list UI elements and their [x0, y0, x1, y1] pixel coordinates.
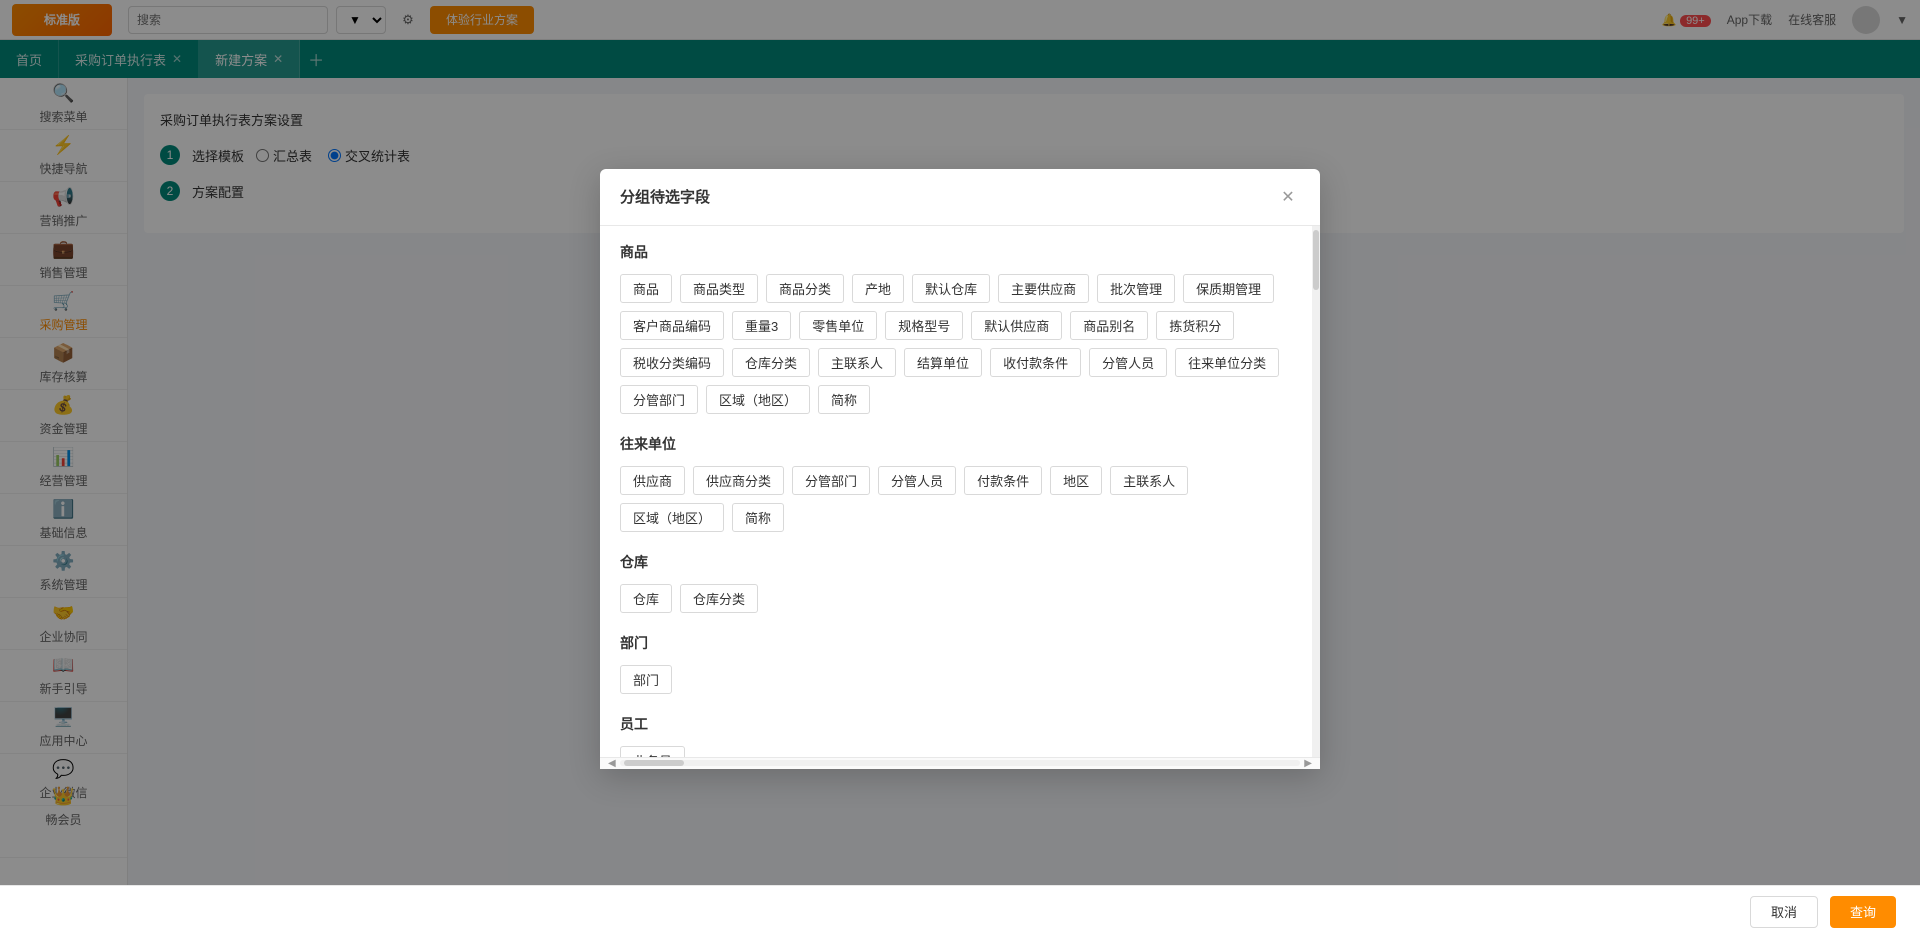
field-tag-salesperson[interactable]: 业务员	[620, 746, 685, 757]
modal-footer-scrollbar: ◀ ▶	[600, 757, 1320, 769]
field-tag-wh-category[interactable]: 仓库分类	[680, 584, 758, 613]
field-tag-shelf-life[interactable]: 保质期管理	[1183, 274, 1274, 303]
warehouse-section: 仓库 仓库 仓库分类	[620, 552, 1292, 613]
field-tag-main-contact[interactable]: 主联系人	[818, 348, 896, 377]
goods-section-title: 商品	[620, 242, 1292, 262]
partner-section: 往来单位 供应商 供应商分类 分管部门 分管人员 付款条件 地区 主联系人 区域…	[620, 434, 1292, 532]
modal-overlay: 分组待选字段 ✕ 商品 商品 商品类型 商品分类 产地 默认仓库 主要供应商 批…	[0, 0, 1920, 937]
field-tag-supervisor[interactable]: 分管人员	[1089, 348, 1167, 377]
field-tag-spec-model[interactable]: 规格型号	[885, 311, 963, 340]
field-tag-goods[interactable]: 商品	[620, 274, 672, 303]
field-tag-partner-region[interactable]: 区域（地区）	[620, 503, 724, 532]
field-tag-main-supplier[interactable]: 主要供应商	[998, 274, 1089, 303]
field-tag-alias[interactable]: 商品别名	[1070, 311, 1148, 340]
modal-title: 分组待选字段	[620, 186, 710, 207]
partner-section-title: 往来单位	[620, 434, 1292, 454]
confirm-button[interactable]: 查询	[1830, 896, 1896, 928]
modal-body: 商品 商品 商品类型 商品分类 产地 默认仓库 主要供应商 批次管理 保质期管理…	[600, 226, 1312, 757]
field-tag-default-warehouse[interactable]: 默认仓库	[912, 274, 990, 303]
field-tag-weight3[interactable]: 重量3	[732, 311, 791, 340]
field-tag-batch-mgmt[interactable]: 批次管理	[1097, 274, 1175, 303]
employee-section: 员工 业务员	[620, 714, 1292, 757]
field-tag-goods-type[interactable]: 商品类型	[680, 274, 758, 303]
cancel-button[interactable]: 取消	[1750, 896, 1818, 928]
field-tag-settlement-unit[interactable]: 结算单位	[904, 348, 982, 377]
field-tag-payment-cond[interactable]: 付款条件	[964, 466, 1042, 495]
modal-scrollbar-track[interactable]	[1312, 226, 1320, 757]
warehouse-field-tags: 仓库 仓库分类	[620, 584, 1292, 613]
field-tag-partner-category[interactable]: 往来单位分类	[1175, 348, 1279, 377]
field-tag-partner-short[interactable]: 简称	[732, 503, 784, 532]
modal-scroll-area: 商品 商品 商品类型 商品分类 产地 默认仓库 主要供应商 批次管理 保质期管理…	[600, 226, 1320, 757]
department-field-tags: 部门	[620, 665, 1292, 694]
department-section: 部门 部门	[620, 633, 1292, 694]
field-tag-customer-code[interactable]: 客户商品编码	[620, 311, 724, 340]
field-tag-pick-points[interactable]: 拣货积分	[1156, 311, 1234, 340]
field-tag-goods-category[interactable]: 商品分类	[766, 274, 844, 303]
field-tag-wh[interactable]: 仓库	[620, 584, 672, 613]
field-tag-tax-code[interactable]: 税收分类编码	[620, 348, 724, 377]
field-select-modal: 分组待选字段 ✕ 商品 商品 商品类型 商品分类 产地 默认仓库 主要供应商 批…	[600, 169, 1320, 769]
employee-field-tags: 业务员	[620, 746, 1292, 757]
partner-field-tags: 供应商 供应商分类 分管部门 分管人员 付款条件 地区 主联系人 区域（地区） …	[620, 466, 1292, 532]
modal-header: 分组待选字段 ✕	[600, 169, 1320, 226]
hscroll-thumb[interactable]	[624, 760, 684, 766]
field-tag-supplier-category[interactable]: 供应商分类	[693, 466, 784, 495]
field-tag-partner-supervisor[interactable]: 分管人员	[878, 466, 956, 495]
field-tag-partner-contact[interactable]: 主联系人	[1110, 466, 1188, 495]
field-tag-supplier[interactable]: 供应商	[620, 466, 685, 495]
warehouse-section-title: 仓库	[620, 552, 1292, 572]
modal-scrollbar-thumb[interactable]	[1313, 230, 1319, 290]
employee-section-title: 员工	[620, 714, 1292, 734]
field-tag-retail-unit[interactable]: 零售单位	[799, 311, 877, 340]
hscroll-left-arrow[interactable]: ◀	[604, 758, 620, 769]
action-bar: 取消 查询	[0, 885, 1920, 937]
field-tag-default-supplier[interactable]: 默认供应商	[971, 311, 1062, 340]
goods-field-tags: 商品 商品类型 商品分类 产地 默认仓库 主要供应商 批次管理 保质期管理 客户…	[620, 274, 1292, 414]
department-section-title: 部门	[620, 633, 1292, 653]
field-tag-payment-terms[interactable]: 收付款条件	[990, 348, 1081, 377]
field-tag-short-name[interactable]: 简称	[818, 385, 870, 414]
hscroll-track[interactable]	[620, 760, 1301, 766]
hscroll-right-arrow[interactable]: ▶	[1300, 758, 1316, 769]
field-tag-area[interactable]: 地区	[1050, 466, 1102, 495]
goods-section: 商品 商品 商品类型 商品分类 产地 默认仓库 主要供应商 批次管理 保质期管理…	[620, 242, 1292, 414]
field-tag-partner-dept[interactable]: 分管部门	[792, 466, 870, 495]
field-tag-warehouse-category[interactable]: 仓库分类	[732, 348, 810, 377]
field-tag-department[interactable]: 部门	[620, 665, 672, 694]
field-tag-dept[interactable]: 分管部门	[620, 385, 698, 414]
field-tag-origin[interactable]: 产地	[852, 274, 904, 303]
field-tag-region[interactable]: 区域（地区）	[706, 385, 810, 414]
modal-close-button[interactable]: ✕	[1276, 185, 1300, 209]
